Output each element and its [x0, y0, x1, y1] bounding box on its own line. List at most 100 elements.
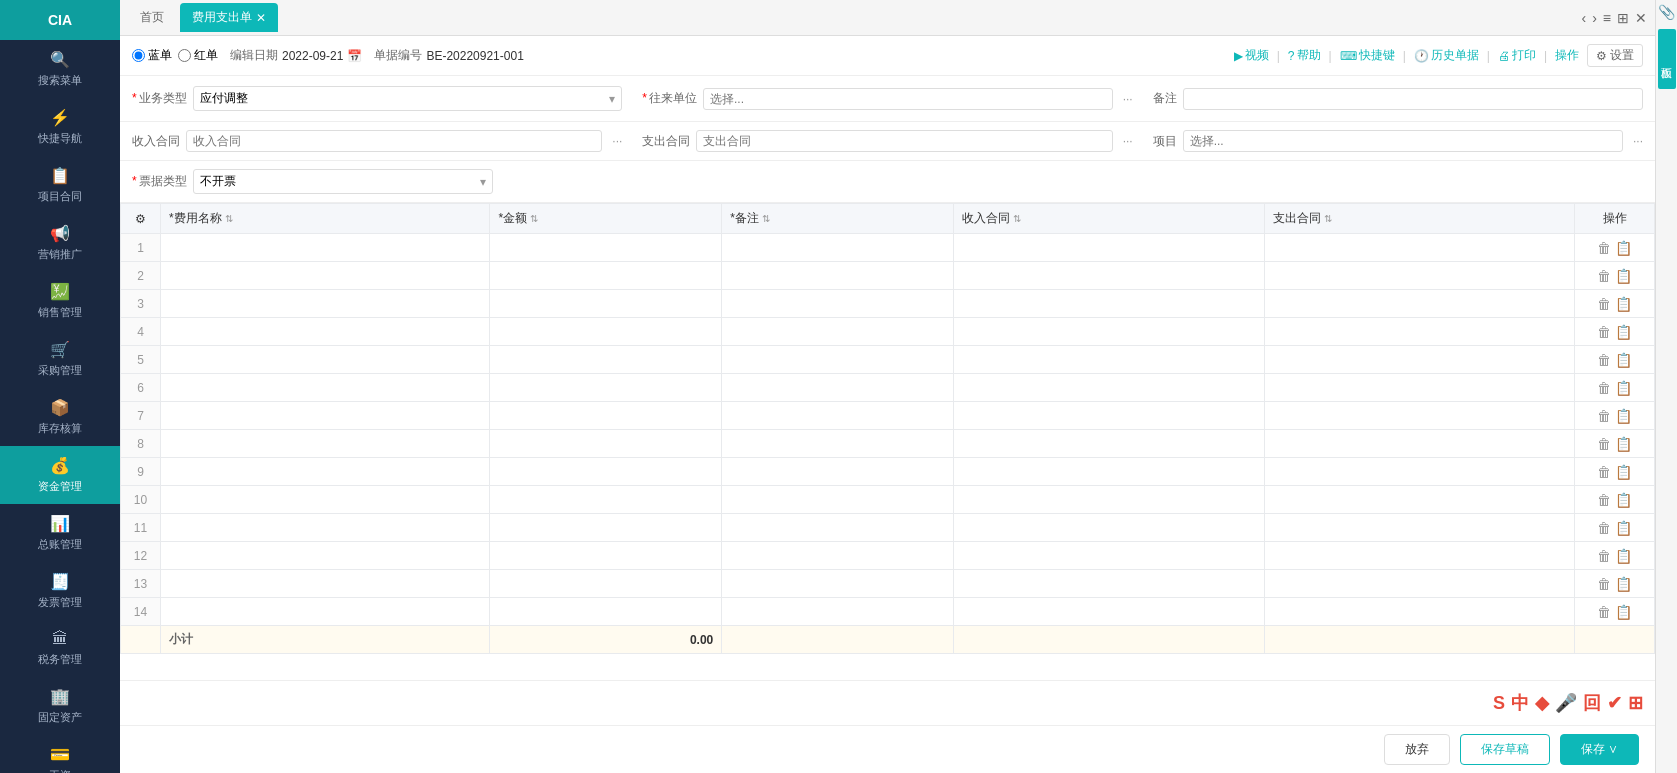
delete-row-button[interactable]: 🗑 [1597, 604, 1611, 620]
biz-type-select[interactable]: 应付调整 ▾ [193, 86, 623, 111]
blue-radio-label[interactable]: 蓝单 [132, 47, 172, 64]
delete-row-button[interactable]: 🗑 [1597, 408, 1611, 424]
amount-cell[interactable] [490, 514, 722, 542]
amount-sort-icon[interactable]: ⇅ [530, 213, 538, 224]
note-cell[interactable] [722, 318, 954, 346]
delete-row-button[interactable]: 🗑 [1597, 492, 1611, 508]
note-cell[interactable] [722, 570, 954, 598]
copy-row-button[interactable]: 📋 [1615, 268, 1632, 284]
note-cell[interactable] [722, 486, 954, 514]
expense-name-cell[interactable] [161, 346, 490, 374]
expense-name-cell[interactable] [161, 374, 490, 402]
note-cell[interactable] [722, 402, 954, 430]
expense-contract-cell[interactable] [1264, 402, 1574, 430]
note-cell[interactable] [722, 346, 954, 374]
income-contract-cell[interactable] [954, 458, 1264, 486]
list-view-button[interactable]: ≡ [1603, 10, 1611, 26]
operation-link[interactable]: 操作 [1555, 47, 1579, 64]
delete-row-button[interactable]: 🗑 [1597, 240, 1611, 256]
expense-contract-cell[interactable] [1264, 318, 1574, 346]
income-contract-input[interactable] [186, 130, 602, 152]
note-cell[interactable] [722, 430, 954, 458]
income-contract-cell[interactable] [954, 430, 1264, 458]
amount-cell[interactable] [490, 262, 722, 290]
discard-button[interactable]: 放弃 [1384, 734, 1450, 765]
remark-input[interactable] [1183, 88, 1643, 110]
expense-contract-cell[interactable] [1264, 234, 1574, 262]
income-contract-cell[interactable] [954, 570, 1264, 598]
expense-name-cell[interactable] [161, 598, 490, 626]
income-contract-cell[interactable] [954, 318, 1264, 346]
delete-row-button[interactable]: 🗑 [1597, 548, 1611, 564]
expense-contract-cell[interactable] [1264, 346, 1574, 374]
sidebar-item-assets[interactable]: 🏢 固定资产 [0, 677, 120, 735]
expense-name-cell[interactable] [161, 234, 490, 262]
print-link[interactable]: 🖨 打印 [1498, 47, 1536, 64]
screen-icon[interactable]: 回 [1583, 691, 1601, 715]
tab-close-icon[interactable]: ✕ [256, 11, 266, 25]
delete-row-button[interactable]: 🗑 [1597, 324, 1611, 340]
nav-left-button[interactable]: ‹ [1581, 10, 1586, 26]
expense-contract-cell[interactable] [1264, 262, 1574, 290]
calendar-icon[interactable]: 📅 [347, 49, 362, 63]
amount-cell[interactable] [490, 598, 722, 626]
right-attach-icon[interactable]: 📎 [1659, 4, 1675, 21]
copy-row-button[interactable]: 📋 [1615, 464, 1632, 480]
income-contract-cell[interactable] [954, 402, 1264, 430]
note-cell[interactable] [722, 234, 954, 262]
expense-name-cell[interactable] [161, 290, 490, 318]
red-radio-input[interactable] [178, 49, 191, 62]
expense-contract-cell[interactable] [1264, 514, 1574, 542]
history-link[interactable]: 🕐 历史单据 [1414, 47, 1479, 64]
expense-name-sort-icon[interactable]: ⇅ [225, 213, 233, 224]
tab-home[interactable]: 首页 [128, 3, 176, 32]
note-cell[interactable] [722, 514, 954, 542]
shortcut-link[interactable]: ⌨ 快捷键 [1340, 47, 1395, 64]
save-button[interactable]: 保存 ∨ [1560, 734, 1639, 765]
blue-radio-input[interactable] [132, 49, 145, 62]
expense-name-cell[interactable] [161, 486, 490, 514]
delete-row-button[interactable]: 🗑 [1597, 436, 1611, 452]
save-draft-button[interactable]: 保存草稿 [1460, 734, 1550, 765]
note-column-header[interactable]: *备注 ⇅ [722, 204, 954, 234]
sidebar-item-payroll[interactable]: 💳 工资 [0, 735, 120, 773]
delete-row-button[interactable]: 🗑 [1597, 576, 1611, 592]
delete-row-button[interactable]: 🗑 [1597, 380, 1611, 396]
zhong-icon[interactable]: 中 [1511, 691, 1529, 715]
expense-contract-cell[interactable] [1264, 542, 1574, 570]
income-contract-cell[interactable] [954, 514, 1264, 542]
delete-row-button[interactable]: 🗑 [1597, 268, 1611, 284]
note-cell[interactable] [722, 374, 954, 402]
expense-name-cell[interactable] [161, 430, 490, 458]
expense-name-column-header[interactable]: *费用名称 ⇅ [161, 204, 490, 234]
tab-expense[interactable]: 费用支出单 ✕ [180, 3, 278, 32]
expense-contract-cell[interactable] [1264, 290, 1574, 318]
sidebar-item-quicknav[interactable]: ⚡ 快捷导航 [0, 98, 120, 156]
copy-row-button[interactable]: 📋 [1615, 324, 1632, 340]
note-cell[interactable] [722, 458, 954, 486]
mic-icon[interactable]: 🎤 [1555, 692, 1577, 714]
copy-row-button[interactable]: 📋 [1615, 296, 1632, 312]
video-help-link[interactable]: ▶ 视频 [1234, 47, 1269, 64]
right-panel-tab[interactable]: 面板 [1658, 29, 1676, 89]
income-contract-cell[interactable] [954, 486, 1264, 514]
expense-name-cell[interactable] [161, 570, 490, 598]
expense-name-cell[interactable] [161, 514, 490, 542]
delete-row-button[interactable]: 🗑 [1597, 296, 1611, 312]
expense-name-cell[interactable] [161, 402, 490, 430]
income-contract-column-header[interactable]: 收入合同 ⇅ [954, 204, 1264, 234]
sidebar-item-search[interactable]: 🔍 搜索菜单 [0, 40, 120, 98]
amount-cell[interactable] [490, 318, 722, 346]
sidebar-item-invoice[interactable]: 🧾 发票管理 [0, 562, 120, 620]
copy-row-button[interactable]: 📋 [1615, 408, 1632, 424]
copy-row-button[interactable]: 📋 [1615, 352, 1632, 368]
income-contract-cell[interactable] [954, 542, 1264, 570]
income-contract-cell[interactable] [954, 234, 1264, 262]
amount-cell[interactable] [490, 430, 722, 458]
gear-column-header[interactable]: ⚙ [121, 204, 161, 234]
expense-contract-column-header[interactable]: 支出合同 ⇅ [1264, 204, 1574, 234]
copy-row-button[interactable]: 📋 [1615, 492, 1632, 508]
delete-row-button[interactable]: 🗑 [1597, 352, 1611, 368]
expense-contract-sort-icon[interactable]: ⇅ [1324, 213, 1332, 224]
expense-contract-cell[interactable] [1264, 598, 1574, 626]
